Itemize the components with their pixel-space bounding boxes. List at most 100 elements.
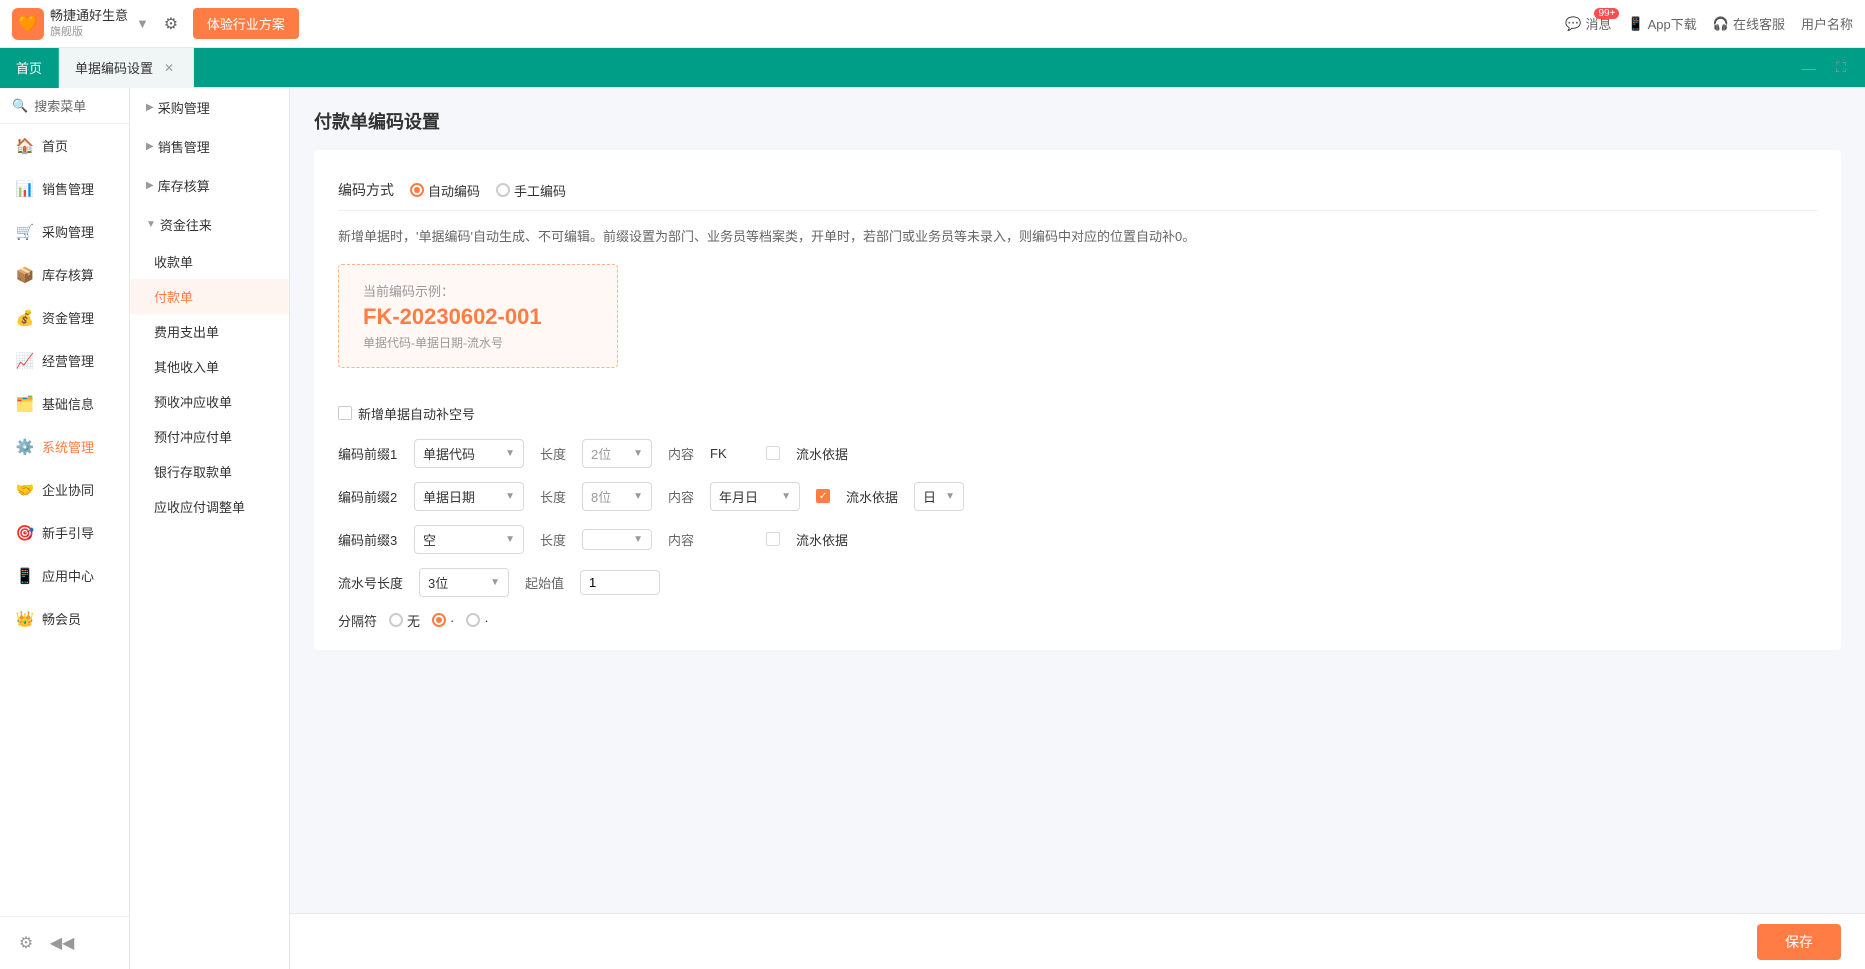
watermark2-unit-select[interactable]: 日 ▼ [914, 482, 964, 511]
prefix3-select[interactable]: 空 ▼ [414, 525, 524, 554]
tab-encoding[interactable]: 单据编码设置 ✕ [59, 48, 194, 88]
content2-select[interactable]: 年月日 ▼ [710, 482, 800, 511]
tab-bar: 首页 单据编码设置 ✕ — ⛶ [0, 48, 1865, 88]
serial-length-label: 流水号长度 [338, 573, 403, 592]
watermark3-label: 流水依据 [796, 530, 848, 549]
tab-close-icon[interactable]: ✕ [161, 60, 177, 76]
sidebar-item-member[interactable]: 👑 畅会员 [0, 597, 129, 640]
auto-fill-row: 新增单据自动补空号 [338, 404, 1817, 423]
serial-length-select[interactable]: 3位 ▼ [419, 568, 509, 597]
length3-label: 长度 [540, 530, 566, 549]
sidebar-item-guide[interactable]: 🎯 新手引导 [0, 511, 129, 554]
submenu-finance-title[interactable]: ▼ 资金往来 [130, 205, 289, 244]
content3-label: 内容 [668, 530, 694, 549]
start-value-input[interactable] [580, 570, 660, 595]
sidebar-item-sales[interactable]: 📊 销售管理 [0, 167, 129, 210]
sidebar-item-finance[interactable]: 💰 资金管理 [0, 296, 129, 339]
length1-value: 2位 [591, 444, 611, 463]
sidebar-search[interactable]: 🔍 搜索菜单 [0, 88, 129, 124]
sidebar-item-basic[interactable]: 🗂️ 基础信息 [0, 382, 129, 425]
preview-box: 当前编码示例： FK-20230602-001 单据代码-单据日期-流水号 [338, 264, 618, 368]
save-button[interactable]: 保存 [1757, 924, 1841, 960]
sidebar-item-enterprise[interactable]: 🤝 企业协同 [0, 468, 129, 511]
auto-fill-checkbox[interactable] [338, 406, 352, 420]
logo-subtitle: 旗舰版 [50, 23, 128, 39]
full-layout: 🔍 搜索菜单 🏠 首页 📊 销售管理 🛒 采购管理 📦 库存核算 💰 资金管理 … [0, 88, 1865, 969]
tab-minimize-icon[interactable]: — [1797, 56, 1821, 80]
chevron-down-icon-length3: ▼ [633, 534, 643, 545]
sidebar-finance-label: 资金管理 [42, 308, 94, 327]
separator-dot-circle [432, 613, 446, 627]
submenu-item-expense[interactable]: 费用支出单 [130, 314, 289, 349]
tab-home[interactable]: 首页 [0, 48, 59, 88]
submenu-inventory-title[interactable]: ▶ 库存核算 [130, 166, 289, 205]
sidebar-item-apps[interactable]: 📱 应用中心 [0, 554, 129, 597]
submenu-group-inventory: ▶ 库存核算 [130, 166, 289, 205]
auto-code-label: 自动编码 [428, 181, 480, 200]
sidebar-item-system[interactable]: ⚙️ 系统管理 [0, 425, 129, 468]
content1-label: 内容 [668, 444, 694, 463]
submenu: ▶ 采购管理 ▶ 销售管理 ▶ 库存核算 ▼ 资金往来 收款单 付款单 费用支出… [130, 88, 290, 969]
info-text: 新增单据时，'单据编码'自动生成、不可编辑。前缀设置为部门、业务员等档案类，开单… [338, 227, 1817, 248]
sidebar-item-purchase[interactable]: 🛒 采购管理 [0, 210, 129, 253]
main-content: 付款单编码设置 编码方式 自动编码 手工编码 [290, 88, 1865, 913]
operations-icon: 📈 [16, 352, 34, 370]
submenu-item-prepay-pay[interactable]: 预付冲应付单 [130, 419, 289, 454]
submenu-sales-label: 销售管理 [158, 137, 210, 156]
user-name[interactable]: 用户名称 [1801, 14, 1853, 33]
submenu-purchase-label: 采购管理 [158, 98, 210, 117]
sidebar-home-label: 首页 [42, 136, 68, 155]
chevron-down-icon-length1: ▼ [633, 448, 643, 459]
watermark2-checkbox[interactable]: ✓ [816, 489, 830, 503]
submenu-item-payment[interactable]: 付款单 [130, 279, 289, 314]
chevron-down-icon-prefix3: ▼ [505, 534, 515, 545]
separator-dot-radio[interactable]: · [432, 613, 454, 628]
app-download-action[interactable]: 📱 App下载 [1627, 14, 1696, 33]
separator-dot2-label: · [484, 613, 488, 628]
manual-code-radio-circle [496, 183, 510, 197]
top-header: 🧡 畅捷通好生意 旗舰版 ▼ ⚙ 体验行业方案 💬 消息 99+ 📱 App下载… [0, 0, 1865, 48]
basic-icon: 🗂️ [16, 395, 34, 413]
tab-maximize-icon[interactable]: ⛶ [1829, 56, 1853, 80]
sidebar-collapse-btn[interactable]: ◀◀ [48, 929, 76, 957]
chevron-right-icon-2: ▶ [146, 141, 154, 152]
prefix2-row: 编码前缀2 单据日期 ▼ 长度 8位 ▼ 内容 年月日 ▼ ✓ [338, 482, 1817, 511]
submenu-sales-title[interactable]: ▶ 销售管理 [130, 127, 289, 166]
manual-code-radio[interactable]: 手工编码 [496, 181, 566, 200]
message-action[interactable]: 💬 消息 99+ [1565, 14, 1611, 33]
watermark3-checkbox[interactable] [766, 532, 780, 546]
watermark1-checkbox[interactable] [766, 446, 780, 460]
trial-button[interactable]: 体验行业方案 [193, 8, 299, 39]
prefix2-select[interactable]: 单据日期 ▼ [414, 482, 524, 511]
length2-box[interactable]: 8位 ▼ [582, 482, 652, 511]
separator-dot2-radio[interactable]: · [466, 613, 488, 628]
tab-bar-actions: — ⛶ [1797, 56, 1865, 80]
submenu-item-receipt[interactable]: 收款单 [130, 244, 289, 279]
auto-code-radio[interactable]: 自动编码 [410, 181, 480, 200]
submenu-purchase-title[interactable]: ▶ 采购管理 [130, 88, 289, 127]
sidebar-apps-label: 应用中心 [42, 566, 94, 585]
submenu-item-bank[interactable]: 银行存取款单 [130, 454, 289, 489]
company-dropdown[interactable]: ▼ [136, 16, 149, 31]
length1-box[interactable]: 2位 ▼ [582, 439, 652, 468]
chevron-down-icon-unit2: ▼ [945, 491, 955, 502]
sidebar-member-label: 畅会员 [42, 609, 81, 628]
sidebar-item-home[interactable]: 🏠 首页 [0, 124, 129, 167]
sidebar-settings-btn[interactable]: ⚙ [12, 929, 40, 957]
chevron-right-icon-3: ▶ [146, 180, 154, 191]
submenu-item-adjust[interactable]: 应收应付调整单 [130, 489, 289, 524]
length3-box[interactable]: ▼ [582, 529, 652, 550]
settings-card: 编码方式 自动编码 手工编码 新增单据时，'单据编码'自动生成、不可编辑。前缀设… [314, 150, 1841, 650]
sidebar-item-inventory[interactable]: 📦 库存核算 [0, 253, 129, 296]
content2-select-value: 年月日 [719, 487, 758, 506]
separator-label: 分隔符 [338, 611, 377, 630]
submenu-item-prepay-recv[interactable]: 预收冲应收单 [130, 384, 289, 419]
sidebar-item-operations[interactable]: 📈 经营管理 [0, 339, 129, 382]
separator-none-radio[interactable]: 无 [389, 611, 420, 630]
prefix1-select[interactable]: 单据代码 ▼ [414, 439, 524, 468]
separator-dot-label: · [450, 613, 454, 628]
submenu-item-income[interactable]: 其他收入单 [130, 349, 289, 384]
service-action[interactable]: 🎧 在线客服 [1713, 14, 1785, 33]
settings-icon[interactable]: ⚙ [157, 10, 185, 38]
company-name: ▼ [136, 16, 149, 31]
